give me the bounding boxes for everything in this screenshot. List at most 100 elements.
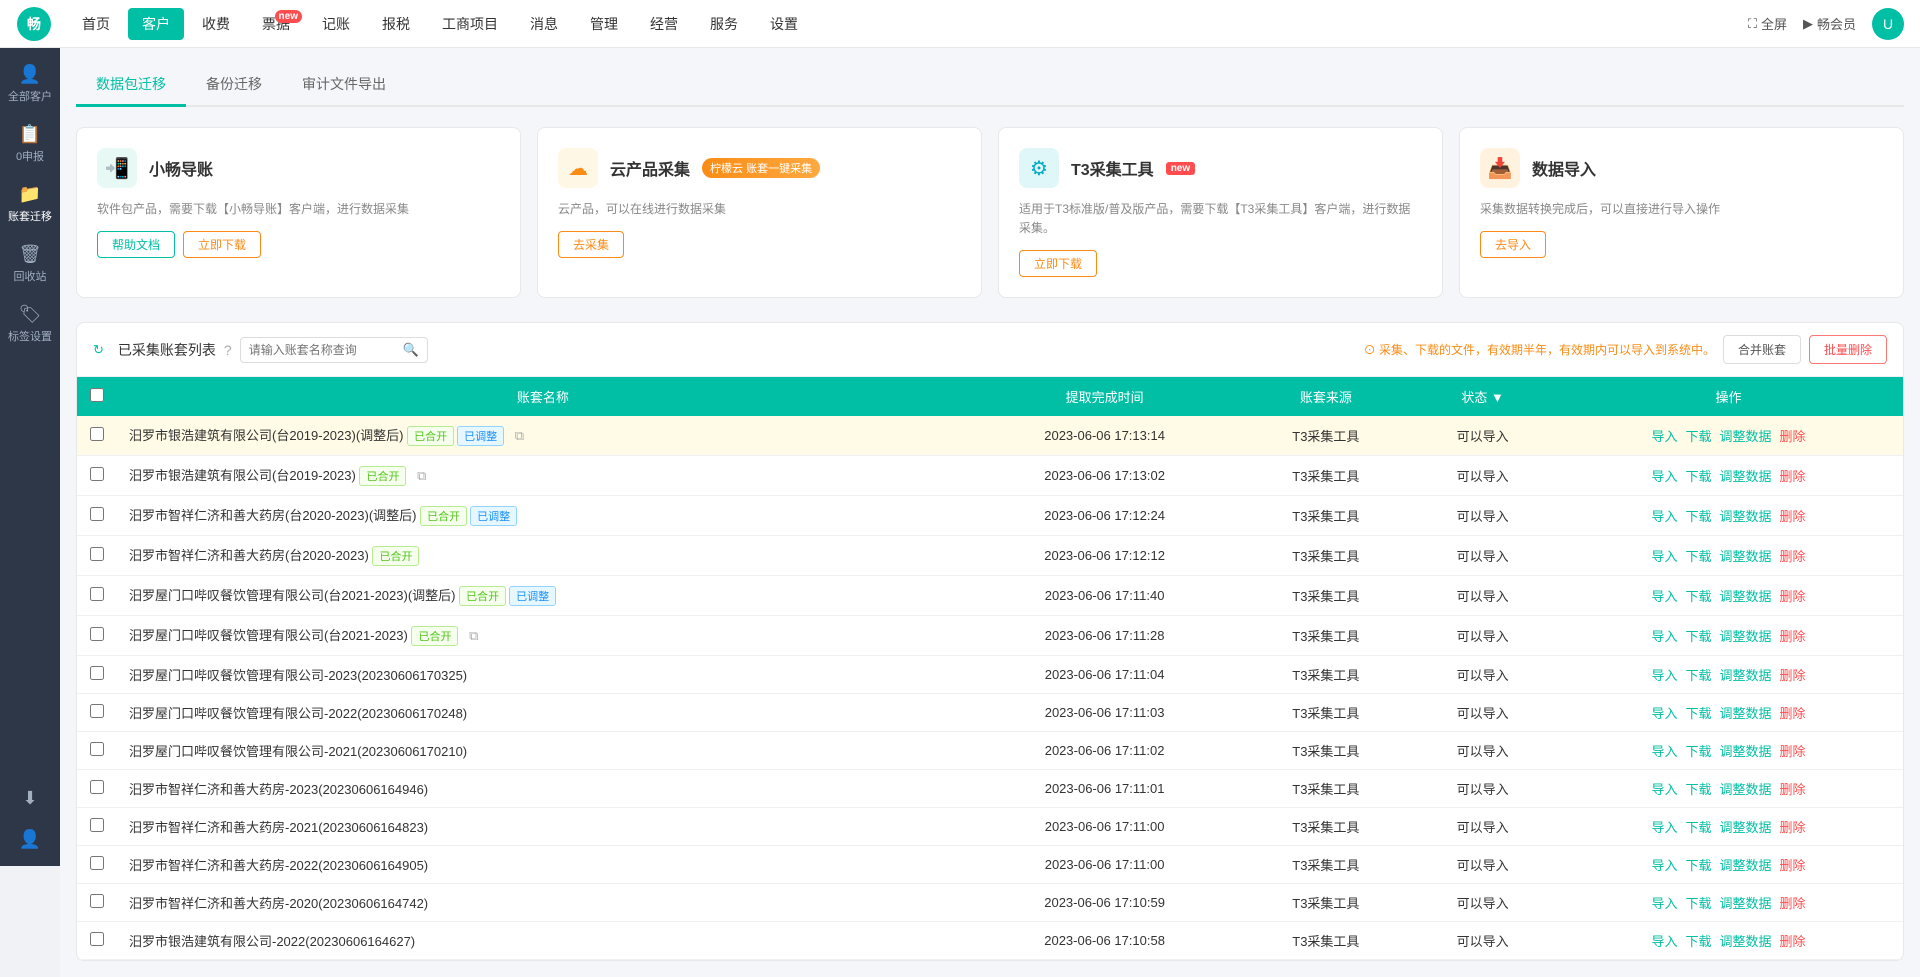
xiaochange-help-btn[interactable]: 帮助文档 (97, 231, 175, 258)
action-调整数据[interactable]: 调整数据 (1719, 744, 1771, 759)
action-导入[interactable]: 导入 (1651, 782, 1677, 797)
nav-billing[interactable]: 收费 (188, 8, 244, 40)
row-checkbox-6[interactable] (90, 666, 104, 680)
action-调整数据[interactable]: 调整数据 (1719, 896, 1771, 911)
action-导入[interactable]: 导入 (1651, 509, 1677, 524)
nav-settings[interactable]: 设置 (756, 8, 812, 40)
action-删除[interactable]: 删除 (1779, 820, 1805, 835)
help-icon[interactable]: ? (224, 342, 232, 358)
merge-accounts-btn[interactable]: 合并账套 (1723, 335, 1801, 364)
nav-accounting[interactable]: 记账 (308, 8, 364, 40)
action-调整数据[interactable]: 调整数据 (1719, 820, 1771, 835)
action-导入[interactable]: 导入 (1651, 549, 1677, 564)
action-调整数据[interactable]: 调整数据 (1719, 589, 1771, 604)
copy-icon[interactable]: ⧉ (417, 468, 426, 483)
action-下载[interactable]: 下载 (1685, 629, 1711, 644)
sidebar-item-all-customers[interactable]: 👤 全部客户 (0, 56, 60, 112)
search-input[interactable] (249, 343, 399, 357)
action-删除[interactable]: 删除 (1779, 782, 1805, 797)
tab-backup-migration[interactable]: 备份迁移 (186, 64, 282, 107)
sidebar-item-account-migration[interactable]: 📁 账套迁移 (0, 176, 60, 232)
app-logo[interactable]: 畅 (16, 6, 52, 42)
import-go-btn[interactable]: 去导入 (1480, 231, 1546, 258)
action-下载[interactable]: 下载 (1685, 668, 1711, 683)
action-删除[interactable]: 删除 (1779, 896, 1805, 911)
action-下载[interactable]: 下载 (1685, 429, 1711, 444)
sidebar-item-download[interactable]: ⬇ (0, 780, 60, 817)
action-下载[interactable]: 下载 (1685, 820, 1711, 835)
action-导入[interactable]: 导入 (1651, 629, 1677, 644)
row-checkbox-11[interactable] (90, 856, 104, 870)
action-导入[interactable]: 导入 (1651, 589, 1677, 604)
user-avatar[interactable]: U (1872, 8, 1904, 40)
row-checkbox-0[interactable] (90, 427, 104, 441)
action-下载[interactable]: 下载 (1685, 549, 1711, 564)
row-checkbox-12[interactable] (90, 894, 104, 908)
row-checkbox-4[interactable] (90, 587, 104, 601)
action-删除[interactable]: 删除 (1779, 668, 1805, 683)
fullscreen-button[interactable]: ⛶ 全屏 (1748, 14, 1787, 33)
action-删除[interactable]: 删除 (1779, 706, 1805, 721)
refresh-icon[interactable]: ↻ (93, 342, 104, 358)
action-导入[interactable]: 导入 (1651, 744, 1677, 759)
action-调整数据[interactable]: 调整数据 (1719, 509, 1771, 524)
row-checkbox-8[interactable] (90, 742, 104, 756)
action-调整数据[interactable]: 调整数据 (1719, 629, 1771, 644)
row-checkbox-1[interactable] (90, 467, 104, 481)
action-下载[interactable]: 下载 (1685, 934, 1711, 949)
nav-commerce[interactable]: 工商项目 (428, 8, 512, 40)
row-checkbox-10[interactable] (90, 818, 104, 832)
row-checkbox-13[interactable] (90, 932, 104, 946)
action-调整数据[interactable]: 调整数据 (1719, 549, 1771, 564)
sidebar-item-user-settings[interactable]: 👤 (0, 821, 60, 858)
member-button[interactable]: ▶ 畅会员 (1803, 14, 1856, 33)
action-调整数据[interactable]: 调整数据 (1719, 429, 1771, 444)
action-调整数据[interactable]: 调整数据 (1719, 782, 1771, 797)
action-导入[interactable]: 导入 (1651, 896, 1677, 911)
action-调整数据[interactable]: 调整数据 (1719, 706, 1771, 721)
row-checkbox-2[interactable] (90, 507, 104, 521)
nav-tax[interactable]: 报税 (368, 8, 424, 40)
row-checkbox-7[interactable] (90, 704, 104, 718)
tab-data-migration[interactable]: 数据包迁移 (76, 64, 186, 107)
nav-customers[interactable]: 客户 (128, 8, 184, 40)
nav-message[interactable]: 消息 (516, 8, 572, 40)
xiaochange-download-btn[interactable]: 立即下载 (183, 231, 261, 258)
action-下载[interactable]: 下载 (1685, 589, 1711, 604)
t3-download-btn[interactable]: 立即下载 (1019, 250, 1097, 277)
action-删除[interactable]: 删除 (1779, 934, 1805, 949)
action-下载[interactable]: 下载 (1685, 469, 1711, 484)
row-checkbox-5[interactable] (90, 627, 104, 641)
sidebar-item-tag-settings[interactable]: 🏷 标签设置 (0, 296, 60, 352)
action-导入[interactable]: 导入 (1651, 668, 1677, 683)
action-导入[interactable]: 导入 (1651, 820, 1677, 835)
action-导入[interactable]: 导入 (1651, 469, 1677, 484)
action-导入[interactable]: 导入 (1651, 429, 1677, 444)
header-status[interactable]: 状态 ▼ (1411, 377, 1554, 416)
action-删除[interactable]: 删除 (1779, 589, 1805, 604)
row-checkbox-3[interactable] (90, 547, 104, 561)
action-删除[interactable]: 删除 (1779, 744, 1805, 759)
nav-home[interactable]: 首页 (68, 8, 124, 40)
action-导入[interactable]: 导入 (1651, 934, 1677, 949)
row-checkbox-9[interactable] (90, 780, 104, 794)
action-导入[interactable]: 导入 (1651, 706, 1677, 721)
action-下载[interactable]: 下载 (1685, 706, 1711, 721)
action-删除[interactable]: 删除 (1779, 509, 1805, 524)
action-删除[interactable]: 删除 (1779, 469, 1805, 484)
tab-audit-export[interactable]: 审计文件导出 (282, 64, 406, 107)
action-调整数据[interactable]: 调整数据 (1719, 668, 1771, 683)
cloud-collect-btn[interactable]: 去采集 (558, 231, 624, 258)
action-调整数据[interactable]: 调整数据 (1719, 469, 1771, 484)
copy-icon[interactable]: ⧉ (469, 628, 478, 643)
nav-manage[interactable]: 管理 (576, 8, 632, 40)
action-下载[interactable]: 下载 (1685, 744, 1711, 759)
action-下载[interactable]: 下载 (1685, 782, 1711, 797)
select-all-checkbox[interactable] (90, 388, 104, 402)
action-调整数据[interactable]: 调整数据 (1719, 934, 1771, 949)
search-icon[interactable]: 🔍 (403, 342, 419, 358)
action-删除[interactable]: 删除 (1779, 429, 1805, 444)
nav-service[interactable]: 服务 (696, 8, 752, 40)
batch-delete-btn[interactable]: 批量删除 (1809, 335, 1887, 364)
sidebar-item-zero-declare[interactable]: 📋 0申报 (0, 116, 60, 172)
